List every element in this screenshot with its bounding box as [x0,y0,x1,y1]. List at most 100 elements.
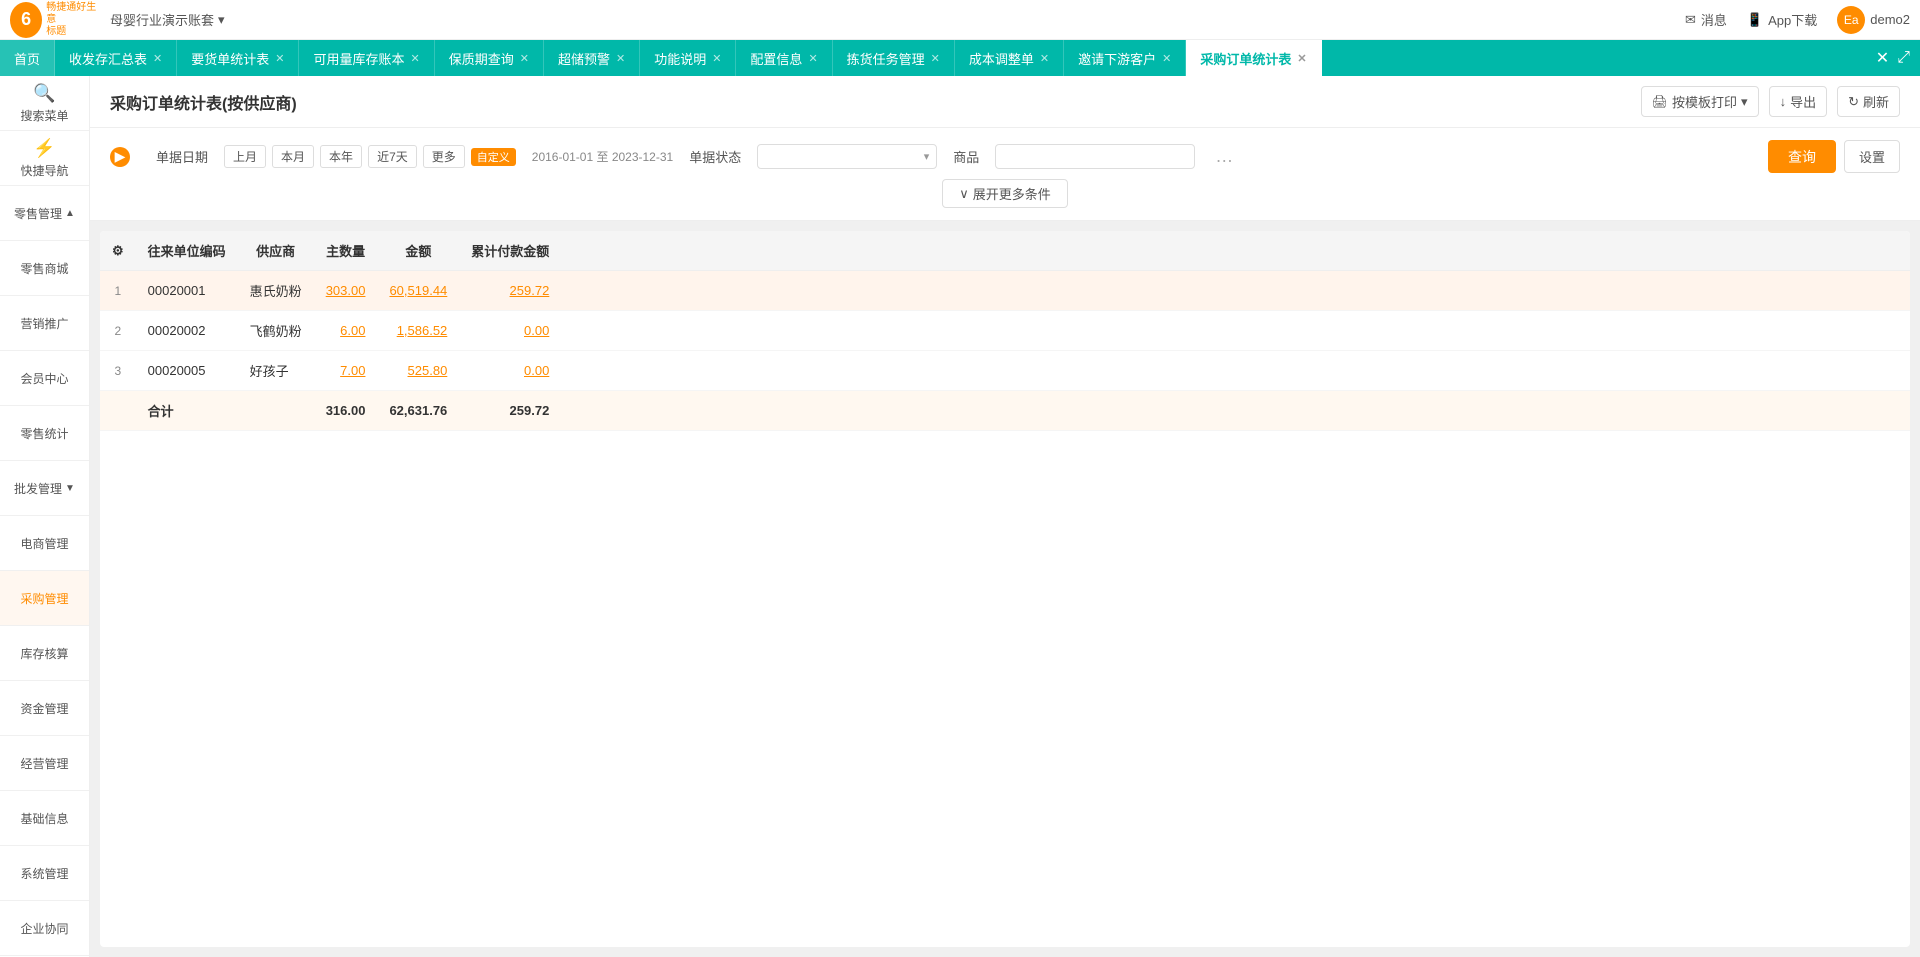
nav-expand-icon[interactable]: ⤢ [1897,49,1910,67]
tab-3[interactable]: 可用量库存账本 ✕ [299,40,434,76]
tab-4[interactable]: 保质期查询 ✕ [435,40,544,76]
refresh-button[interactable]: ↻ 刷新 [1837,86,1900,117]
data-table: ⚙ 往来单位编码 供应商 主数量 金额 累计付款金额 1 00020001 惠氏… [100,231,1910,431]
app-download-icon: 📱 [1747,12,1763,28]
close-icon[interactable]: ✕ [520,52,529,65]
tab-9[interactable]: 成本调整单 ✕ [955,40,1064,76]
date-this-year-btn[interactable]: 本年 [320,145,362,168]
sidebar-item-marketing[interactable]: 营销推广 [0,296,89,351]
nav-close-icon[interactable]: ✕ [1876,48,1889,68]
industry-select[interactable]: 母婴行业演示账套 ▾ [110,10,225,29]
sidebar-item-member[interactable]: 会员中心 [0,351,89,406]
tab-10[interactable]: 邀请下游客户 ✕ [1064,40,1186,76]
sidebar-item-retail-store[interactable]: 零售商城 [0,241,89,296]
sidebar-item-system[interactable]: 系统管理 [0,846,89,901]
row-paid-2: 0.00 [459,311,561,351]
row-num-1: 1 [100,271,136,311]
sidebar-item-enterprise[interactable]: 企业协同 [0,901,89,956]
app-download-btn[interactable]: 📱 App下载 [1747,10,1817,29]
date-this-month-btn[interactable]: 本月 [272,145,314,168]
user-area[interactable]: Ea demo2 [1837,6,1910,34]
row-code-2: 00020002 [136,311,238,351]
row-num-2: 2 [100,311,136,351]
close-icon[interactable]: ✕ [712,52,721,65]
close-icon[interactable]: ✕ [411,52,420,65]
top-bar: 6 畅捷通好生意 标题 母婴行业演示账套 ▾ ✉ 消息 📱 App下载 Ea d… [0,0,1920,40]
row-amount-2: 1,586.52 [377,311,459,351]
sidebar-item-inventory[interactable]: 库存核算 [0,626,89,681]
footer-label: 合计 [136,391,314,431]
sidebar-item-basics[interactable]: 基础信息 [0,791,89,846]
sidebar-item-operations[interactable]: 经营管理 [0,736,89,791]
date-last-month-btn[interactable]: 上月 [224,145,266,168]
th-qty: 主数量 [314,231,378,271]
query-button[interactable]: 查询 [1768,140,1836,173]
close-icon[interactable]: ✕ [616,52,625,65]
top-right: ✉ 消息 📱 App下载 Ea demo2 [1685,6,1910,34]
quick-nav-icon: ⚡ [33,138,55,159]
date-label: 单据日期 [156,147,208,166]
sidebar-item-search[interactable]: 🔍 搜索菜单 [0,76,89,131]
expand-more-btn[interactable]: ∨ 展开更多条件 [942,179,1068,208]
footer-qty: 316.00 [314,391,378,431]
sidebar-item-retail-mgmt[interactable]: 零售管理 ▲ [0,186,89,241]
goods-input[interactable] [995,144,1195,169]
sidebar-item-quick-nav[interactable]: ⚡ 快捷导航 [0,131,89,186]
goods-label: 商品 [953,147,979,166]
tab-1[interactable]: 收发存汇总表 ✕ [55,40,177,76]
settings-button[interactable]: 设置 [1844,140,1900,173]
table-row: 2 00020002 飞鹤奶粉 6.00 1,586.52 0.00 [100,311,1910,351]
tab-5[interactable]: 超储预警 ✕ [544,40,640,76]
sidebar-item-ecommerce[interactable]: 电商管理 [0,516,89,571]
sidebar-item-retail-stats[interactable]: 零售统计 [0,406,89,461]
filter-toggle-btn[interactable]: ▶ [110,147,130,167]
status-label: 单据状态 [689,147,741,166]
export-button[interactable]: ↓ 导出 [1769,86,1828,117]
chevron-down-icon: ▼ [65,483,75,494]
close-icon[interactable]: ✕ [1162,52,1171,65]
th-paid: 累计付款金额 [459,231,561,271]
date-range: 2016-01-01 至 2023-12-31 [532,148,673,165]
tab-home[interactable]: 首页 [0,40,55,76]
message-btn[interactable]: ✉ 消息 [1685,10,1727,29]
logo-area: 6 畅捷通好生意 标题 [10,2,100,38]
date-more-btn[interactable]: 更多 [423,145,465,168]
row-paid-3: 0.00 [459,351,561,391]
tab-7[interactable]: 配置信息 ✕ [736,40,832,76]
sidebar-item-purchase[interactable]: 采购管理 [0,571,89,626]
filter-dates: 上月 本月 本年 近7天 更多 自定义 [224,145,516,168]
print-button[interactable]: 🖨 按模板打印 ▾ [1641,86,1759,117]
close-icon[interactable]: ✕ [808,52,817,65]
sidebar-item-wholesale[interactable]: 批发管理 ▼ [0,461,89,516]
tab-2[interactable]: 要货单统计表 ✕ [177,40,299,76]
sidebar-item-finance[interactable]: 资金管理 [0,681,89,736]
close-icon[interactable]: ✕ [153,52,162,65]
table-row: 1 00020001 惠氏奶粉 303.00 60,519.44 259.72 [100,271,1910,311]
row-paid-1: 259.72 [459,271,561,311]
row-extra-3 [561,351,1910,391]
filter-area: ▶ 单据日期 上月 本月 本年 近7天 更多 自定义 2016-01-01 至 … [90,128,1920,221]
page-title: 采购订单统计表(按供应商) [110,90,297,124]
date-custom-tag[interactable]: 自定义 [471,148,516,166]
more-dots-icon[interactable]: … [1215,146,1233,167]
row-amount-3: 525.80 [377,351,459,391]
table-footer-row: 合计 316.00 62,631.76 259.72 [100,391,1910,431]
nav-tabs: 首页 收发存汇总表 ✕ 要货单统计表 ✕ 可用量库存账本 ✕ 保质期查询 ✕ 超… [0,40,1920,76]
close-icon[interactable]: ✕ [1040,52,1049,65]
row-num-3: 3 [100,351,136,391]
row-qty-3: 7.00 [314,351,378,391]
th-settings[interactable]: ⚙ [100,231,136,271]
status-select[interactable] [757,144,937,169]
tab-6[interactable]: 功能说明 ✕ [640,40,736,76]
close-icon[interactable]: ✕ [275,52,284,65]
close-icon[interactable]: ✕ [931,52,940,65]
tab-8[interactable]: 拣货任务管理 ✕ [833,40,955,76]
close-icon[interactable]: ✕ [1297,52,1306,65]
page-header-actions: 🖨 按模板打印 ▾ ↓ 导出 ↻ 刷新 [1641,86,1901,127]
tab-purchase-summary[interactable]: 采购订单统计表 ✕ [1186,40,1321,76]
message-icon: ✉ [1685,12,1696,28]
date-7days-btn[interactable]: 近7天 [368,145,417,168]
row-qty-2: 6.00 [314,311,378,351]
table-wrap: ⚙ 往来单位编码 供应商 主数量 金额 累计付款金额 1 00020001 惠氏… [100,231,1910,947]
expand-icon: ∨ [959,186,969,202]
